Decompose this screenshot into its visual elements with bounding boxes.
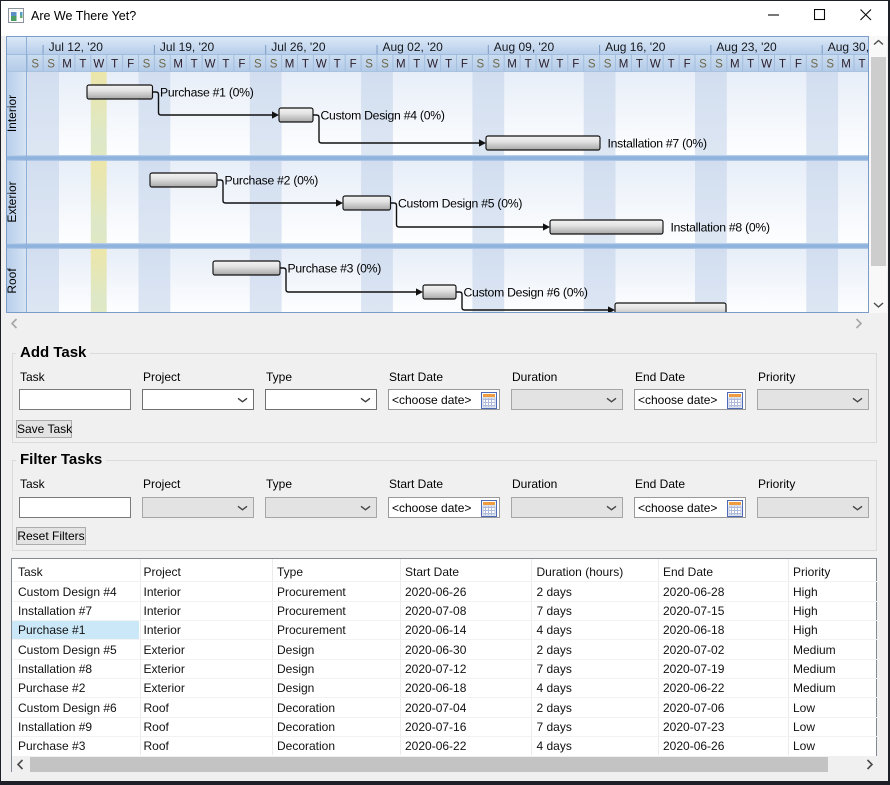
svg-text:M: M (841, 59, 851, 71)
svg-text:M: M (396, 59, 406, 71)
svg-text:F: F (684, 59, 691, 71)
svg-text:Purchase #3 (0%): Purchase #3 (0%) (288, 261, 382, 275)
svg-text:Custom Design #4 (0%): Custom Design #4 (0%) (321, 108, 445, 122)
svg-text:S: S (476, 59, 484, 71)
svg-text:M: M (619, 59, 629, 71)
svg-text:S: S (810, 59, 818, 71)
svg-text:T: T (79, 59, 86, 71)
svg-text:T: T (636, 59, 643, 71)
svg-text:Interior: Interior (6, 95, 19, 132)
svg-text:W: W (316, 59, 327, 71)
svg-text:Aug 02, '20: Aug 02, '20 (383, 40, 444, 54)
svg-text:M: M (507, 59, 517, 71)
svg-text:Roof: Roof (6, 268, 19, 294)
svg-text:W: W (93, 59, 104, 71)
svg-text:T: T (779, 59, 786, 71)
svg-text:S: S (588, 59, 596, 71)
svg-text:M: M (62, 59, 72, 71)
svg-text:S: S (381, 59, 389, 71)
svg-text:W: W (205, 59, 216, 71)
svg-text:W: W (761, 59, 772, 71)
svg-text:Purchase #1 (0%): Purchase #1 (0%) (160, 85, 254, 99)
svg-text:W: W (427, 59, 438, 71)
svg-text:F: F (350, 59, 357, 71)
svg-text:Custom Design #6 (0%): Custom Design #6 (0%) (464, 285, 588, 299)
svg-text:F: F (461, 59, 468, 71)
svg-text:Jul 12, '20: Jul 12, '20 (49, 40, 104, 54)
svg-text:Installation #8 (0%): Installation #8 (0%) (671, 220, 771, 234)
svg-text:Exterior: Exterior (6, 181, 19, 222)
svg-text:T: T (445, 59, 452, 71)
svg-text:W: W (539, 59, 550, 71)
svg-text:Aug 16, '20: Aug 16, '20 (605, 40, 666, 54)
svg-text:Jul 26, '20: Jul 26, '20 (271, 40, 326, 54)
svg-text:S: S (31, 59, 39, 71)
svg-text:T: T (222, 59, 229, 71)
svg-text:S: S (492, 59, 500, 71)
svg-text:T: T (334, 59, 341, 71)
svg-text:T: T (858, 59, 865, 71)
svg-text:T: T (525, 59, 532, 71)
svg-text:S: S (826, 59, 834, 71)
svg-text:Aug 30, '20: Aug 30, '20 (828, 40, 869, 54)
svg-text:S: S (604, 59, 612, 71)
svg-text:T: T (111, 59, 118, 71)
svg-text:F: F (127, 59, 134, 71)
svg-text:T: T (556, 59, 563, 71)
svg-text:S: S (699, 59, 707, 71)
svg-text:S: S (715, 59, 723, 71)
svg-text:S: S (365, 59, 373, 71)
svg-text:M: M (285, 59, 295, 71)
svg-text:F: F (238, 59, 245, 71)
svg-text:M: M (730, 59, 740, 71)
svg-text:Jul 19, '20: Jul 19, '20 (160, 40, 215, 54)
svg-text:S: S (158, 59, 166, 71)
svg-text:S: S (143, 59, 151, 71)
svg-text:T: T (747, 59, 754, 71)
svg-text:Aug 09, '20: Aug 09, '20 (494, 40, 555, 54)
svg-text:Installation #7 (0%): Installation #7 (0%) (608, 136, 708, 150)
svg-text:F: F (572, 59, 579, 71)
svg-text:Purchase #2 (0%): Purchase #2 (0%) (225, 173, 319, 187)
svg-text:Custom Design #5 (0%): Custom Design #5 (0%) (398, 196, 522, 210)
svg-text:S: S (270, 59, 278, 71)
svg-text:F: F (795, 59, 802, 71)
svg-text:S: S (254, 59, 262, 71)
svg-text:T: T (668, 59, 675, 71)
svg-text:T: T (191, 59, 198, 71)
svg-text:T: T (302, 59, 309, 71)
svg-text:M: M (173, 59, 183, 71)
svg-text:S: S (47, 59, 55, 71)
svg-text:W: W (650, 59, 661, 71)
svg-text:T: T (413, 59, 420, 71)
svg-text:Aug 23, '20: Aug 23, '20 (716, 40, 777, 54)
